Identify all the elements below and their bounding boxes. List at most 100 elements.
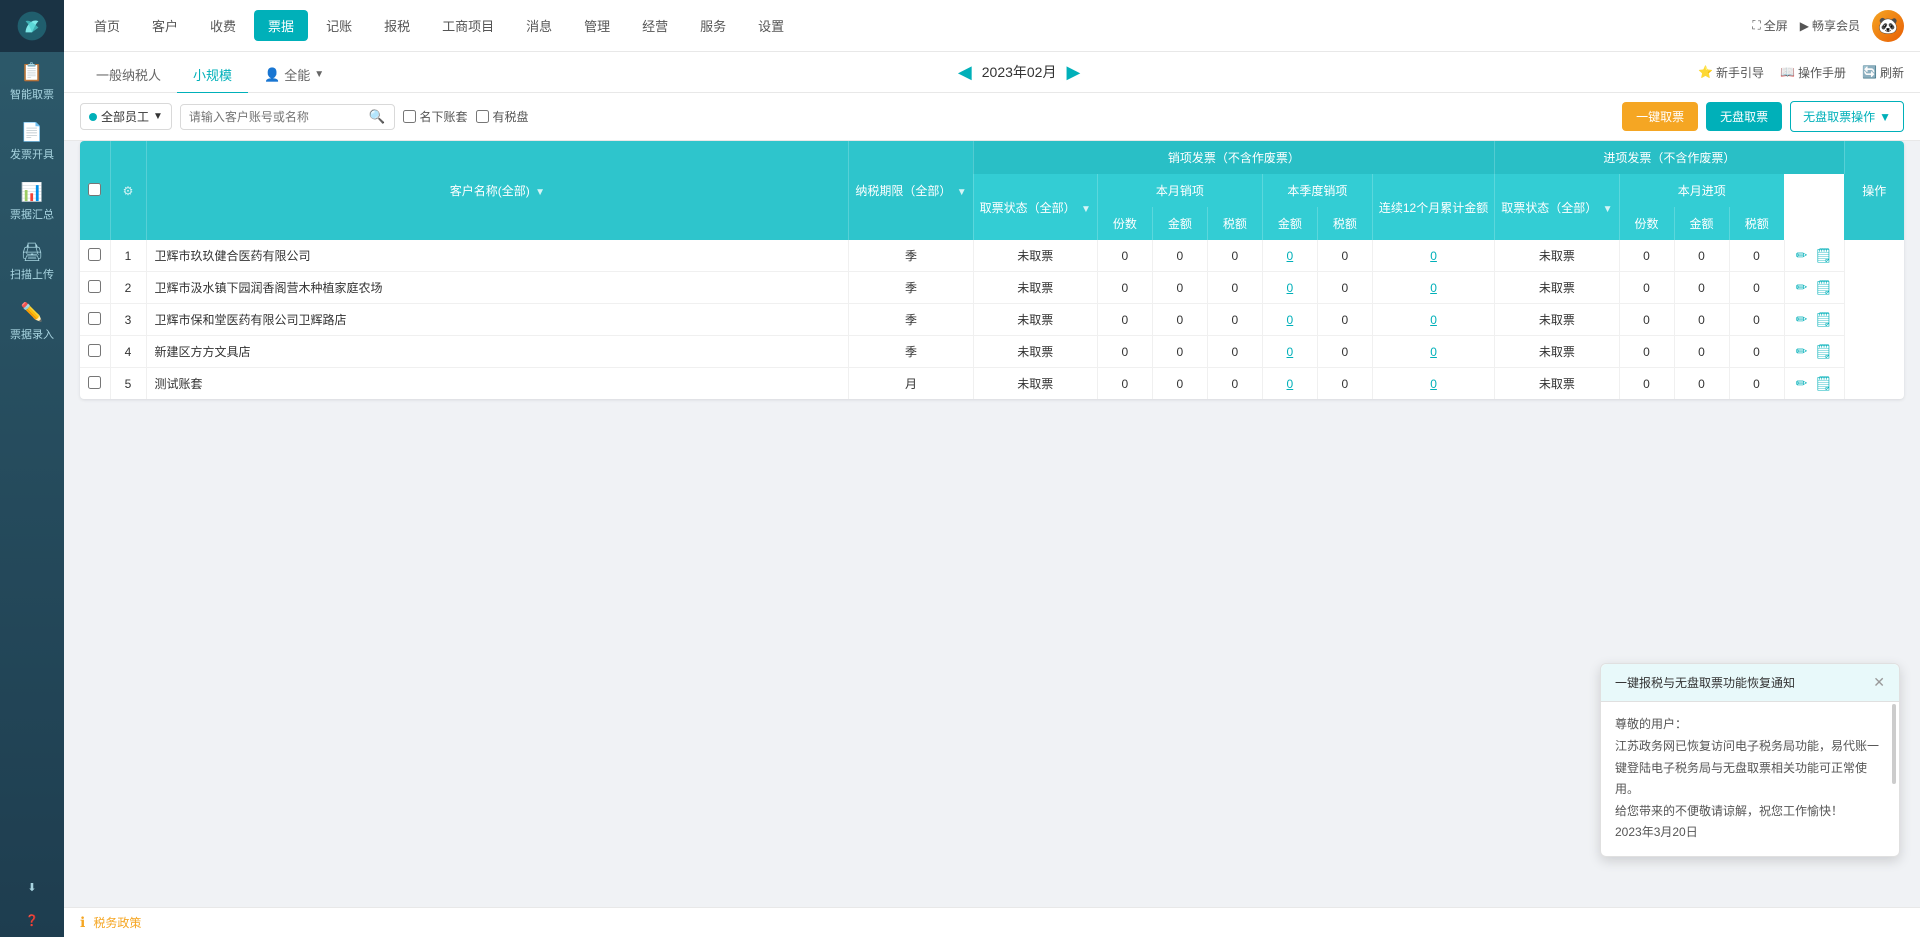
edit-icon[interactable]: ✏ <box>1796 247 1808 263</box>
th-cumulative: 连续12个月累计金额 <box>1372 174 1494 240</box>
refresh-icon: 🔄 <box>1862 65 1877 79</box>
view-icon[interactable]: 🗒 <box>1815 279 1833 295</box>
app-logo[interactable] <box>0 0 64 52</box>
row-checkbox[interactable] <box>88 376 101 389</box>
view-icon[interactable]: 🗒 <box>1815 311 1833 327</box>
search-input[interactable] <box>181 106 361 128</box>
employee-select[interactable]: 全部员工 ▼ <box>80 103 172 130</box>
row-p-copies: 0 <box>1619 272 1674 304</box>
user-avatar[interactable]: 🐼 <box>1872 10 1904 42</box>
notification-scrollbar[interactable] <box>1892 704 1896 784</box>
guide-icon: ⭐ <box>1698 65 1713 79</box>
row-no: 5 <box>110 368 146 400</box>
sidebar-item-issue-invoice[interactable]: 📄 发票开具 <box>0 112 64 172</box>
row-s-tax: 0 <box>1207 304 1262 336</box>
taxdisk-checkbox[interactable] <box>476 110 489 123</box>
account-checkbox[interactable] <box>403 110 416 123</box>
fullscreen-btn[interactable]: ⛶ 全屏 <box>1752 17 1787 34</box>
nav-customer[interactable]: 客户 <box>138 10 192 41</box>
nav-message[interactable]: 消息 <box>512 10 566 41</box>
info-icon: ℹ <box>80 914 85 931</box>
row-no: 2 <box>110 272 146 304</box>
nav-manage[interactable]: 管理 <box>570 10 624 41</box>
select-all-checkbox[interactable] <box>88 183 101 196</box>
nav-operation[interactable]: 经营 <box>628 10 682 41</box>
nav-accounting[interactable]: 记账 <box>312 10 366 41</box>
edit-icon[interactable]: ✏ <box>1796 343 1808 359</box>
sidebar-item-invoice-entry[interactable]: ✏️ 票据录入 <box>0 292 64 352</box>
sidebar-download[interactable]: ⬇ <box>0 871 64 904</box>
tax-policy-link[interactable]: 税务政策 <box>93 914 141 931</box>
member-btn[interactable]: ▶ 畅享会员 <box>1800 17 1860 34</box>
th-monthly-sales: 本月销项 <box>1097 174 1262 207</box>
new-guide-btn[interactable]: ⭐ 新手引导 <box>1698 64 1764 81</box>
th-sales-group: 销项发票（不含作废票） <box>973 141 1495 174</box>
sales-status-filter-icon[interactable]: ▼ <box>1081 204 1091 215</box>
row-p-tax: 0 <box>1729 272 1784 304</box>
row-cumulative: 0 <box>1372 272 1494 304</box>
nav-tax[interactable]: 报税 <box>370 10 424 41</box>
row-purchase-status: 未取票 <box>1495 336 1619 368</box>
row-p-amount: 0 <box>1674 304 1729 336</box>
view-icon[interactable]: 🗒 <box>1815 375 1833 391</box>
edit-icon[interactable]: ✏ <box>1796 375 1808 391</box>
no-disk-ops-btn[interactable]: 无盘取票操作 ▼ <box>1790 101 1904 132</box>
view-icon[interactable]: 🗒 <box>1815 343 1833 359</box>
customer-filter-icon[interactable]: ▼ <box>535 187 545 198</box>
row-sales-status: 未取票 <box>973 336 1097 368</box>
taxdisk-checkbox-label[interactable]: 有税盘 <box>476 108 529 125</box>
row-sq-amount: 0 <box>1262 272 1317 304</box>
row-checkbox[interactable] <box>88 280 101 293</box>
sidebar-item-scan-upload[interactable]: 🖨 扫描上传 <box>0 232 64 292</box>
table-row: 4 新建区方方文具店 季 未取票 0 0 0 0 0 0 未取票 0 0 0 ✏… <box>80 336 1904 368</box>
th-sq-tax: 税额 <box>1317 207 1372 240</box>
row-no: 4 <box>110 336 146 368</box>
row-sales-status: 未取票 <box>973 272 1097 304</box>
period-next-btn[interactable]: ▶ <box>1066 62 1080 83</box>
manual-btn[interactable]: 📖 操作手册 <box>1780 64 1846 81</box>
th-s-tax: 税额 <box>1207 207 1262 240</box>
search-box: 🔍 <box>180 104 395 130</box>
row-period: 季 <box>849 272 973 304</box>
row-period: 月 <box>849 368 973 400</box>
sidebar-item-invoice-summary[interactable]: 📊 票据汇总 <box>0 172 64 232</box>
row-checkbox[interactable] <box>88 312 101 325</box>
row-purchase-status: 未取票 <box>1495 272 1619 304</box>
nav-collection[interactable]: 收费 <box>196 10 250 41</box>
notification-close-btn[interactable]: ✕ <box>1873 674 1885 691</box>
row-period: 季 <box>849 304 973 336</box>
refresh-btn[interactable]: 🔄 刷新 <box>1862 64 1904 81</box>
view-icon[interactable]: 🗒 <box>1815 247 1833 263</box>
nav-settings[interactable]: 设置 <box>744 10 798 41</box>
account-checkbox-label[interactable]: 名下账套 <box>403 108 468 125</box>
employee-dot <box>89 113 97 121</box>
tab-general[interactable]: 一般纳税人 <box>80 57 177 94</box>
row-purchase-status: 未取票 <box>1495 304 1619 336</box>
tab-small[interactable]: 小规模 <box>177 57 248 94</box>
nav-home[interactable]: 首页 <box>80 10 134 41</box>
row-checkbox[interactable] <box>88 248 101 261</box>
period-filter-icon[interactable]: ▼ <box>957 187 967 198</box>
tab-all[interactable]: 👤 全能 ▼ <box>248 57 340 94</box>
fetch-all-btn[interactable]: 一键取票 <box>1622 102 1698 131</box>
row-p-tax: 0 <box>1729 336 1784 368</box>
row-checkbox[interactable] <box>88 344 101 357</box>
period-prev-btn[interactable]: ◀ <box>958 62 972 83</box>
edit-icon[interactable]: ✏ <box>1796 279 1808 295</box>
settings-icon[interactable]: ⚙ <box>123 184 134 198</box>
purchase-status-filter-icon[interactable]: ▼ <box>1603 204 1613 215</box>
nav-invoice[interactable]: 票据 <box>254 10 308 41</box>
nav-service[interactable]: 服务 <box>686 10 740 41</box>
row-s-copies: 0 <box>1097 368 1152 400</box>
edit-icon[interactable]: ✏ <box>1796 311 1808 327</box>
invoice-entry-icon: ✏️ <box>21 302 43 323</box>
sidebar-help[interactable]: ❓ <box>0 904 64 937</box>
nav-business[interactable]: 工商项目 <box>428 10 508 41</box>
no-disk-fetch-btn[interactable]: 无盘取票 <box>1706 102 1782 131</box>
sidebar-item-smart-fetch[interactable]: 📋 智能取票 <box>0 52 64 112</box>
search-button[interactable]: 🔍 <box>361 105 394 129</box>
row-s-amount: 0 <box>1152 368 1207 400</box>
toolbar-right: 一键取票 无盘取票 无盘取票操作 ▼ <box>1622 101 1904 132</box>
table-row: 5 测试账套 月 未取票 0 0 0 0 0 0 未取票 0 0 0 ✏ 🗒 <box>80 368 1904 400</box>
row-checkbox-cell <box>80 304 110 336</box>
